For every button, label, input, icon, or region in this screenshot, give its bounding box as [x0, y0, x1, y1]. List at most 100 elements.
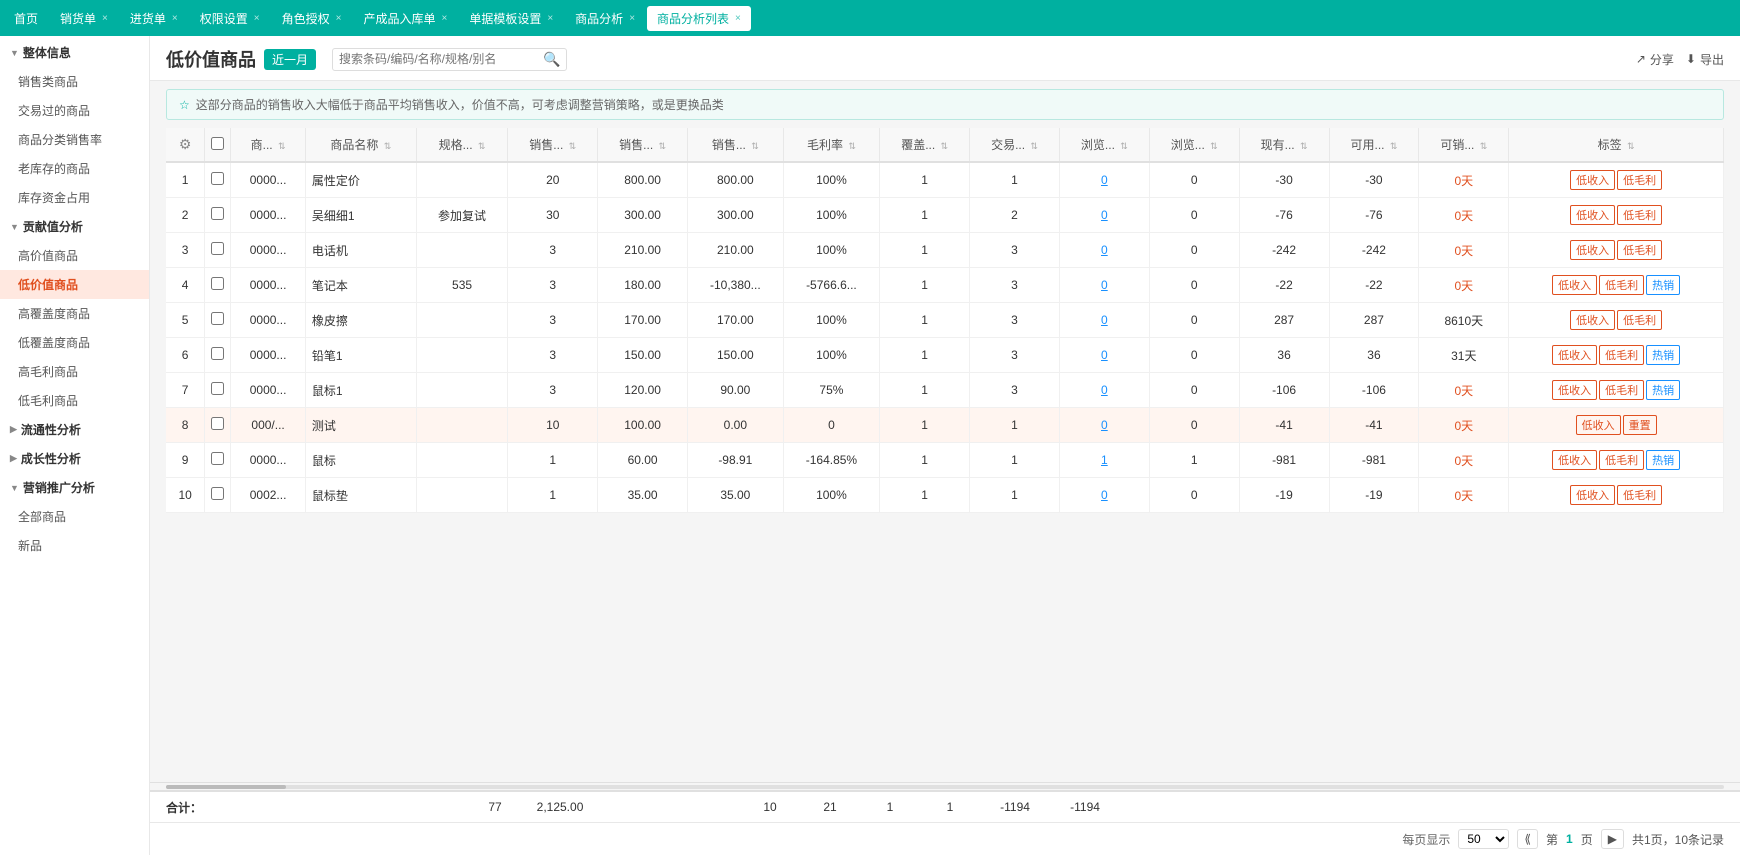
sidebar-section-overall[interactable]: ▼ 整体信息: [0, 36, 149, 67]
view1-link[interactable]: 0: [1101, 173, 1108, 187]
row-checkbox[interactable]: [211, 242, 224, 255]
view1-link[interactable]: 0: [1101, 313, 1108, 327]
col-current-stock[interactable]: 现有... ⇅: [1239, 128, 1329, 162]
row-checkbox[interactable]: [211, 487, 224, 500]
sidebar-item-old-stock[interactable]: 老库存的商品: [0, 154, 149, 183]
row-checkbox[interactable]: [211, 382, 224, 395]
scroll-thumb[interactable]: [166, 785, 286, 789]
sidebar-item-capital[interactable]: 库存资金占用: [0, 183, 149, 212]
col-sale-avg[interactable]: 销售... ⇅: [688, 128, 784, 162]
row-available: -242: [1329, 233, 1419, 268]
view1-link[interactable]: 0: [1101, 418, 1108, 432]
col-sale-qty[interactable]: 销售... ⇅: [508, 128, 598, 162]
page-size-select[interactable]: 50 100 200: [1458, 829, 1509, 849]
period-button[interactable]: 近一月: [264, 49, 316, 70]
row-checkbox[interactable]: [211, 347, 224, 360]
row-checkbox[interactable]: [211, 277, 224, 290]
close-icon[interactable]: ×: [254, 13, 260, 24]
nav-template[interactable]: 单据模板设置 ×: [459, 6, 563, 31]
row-checkbox[interactable]: [211, 452, 224, 465]
share-button[interactable]: ↗ 分享: [1636, 51, 1674, 68]
col-gross-margin[interactable]: 毛利率 ⇅: [783, 128, 880, 162]
sidebar-section-liquidity[interactable]: ▶ 流通性分析: [0, 415, 149, 444]
sidebar-item-new-products[interactable]: 新品: [0, 531, 149, 560]
col-gear[interactable]: ⚙: [166, 128, 205, 162]
col-view2[interactable]: 浏览... ⇅: [1149, 128, 1239, 162]
nav-analysis-list[interactable]: 商品分析列表 ×: [647, 6, 751, 31]
nav-product-analysis[interactable]: 商品分析 ×: [565, 6, 645, 31]
row-num: 10: [166, 478, 205, 513]
scroll-track[interactable]: [166, 785, 1724, 789]
product-tag: 低收入: [1552, 450, 1597, 470]
nav-roles[interactable]: 角色授权 ×: [272, 6, 352, 31]
row-sale-qty: 3: [508, 373, 598, 408]
view1-link[interactable]: 0: [1101, 488, 1108, 502]
next-page-btn[interactable]: ▶: [1601, 829, 1624, 849]
row-code: 000/...: [231, 408, 306, 443]
close-icon[interactable]: ×: [441, 13, 447, 24]
col-tag[interactable]: 标签 ⇅: [1509, 128, 1724, 162]
close-icon[interactable]: ×: [336, 13, 342, 24]
close-icon[interactable]: ×: [102, 13, 108, 24]
row-sale-amount: 120.00: [598, 373, 688, 408]
sidebar-item-high-value[interactable]: 高价值商品: [0, 241, 149, 270]
sidebar-item-high-margin[interactable]: 高毛利商品: [0, 357, 149, 386]
view1-link[interactable]: 0: [1101, 383, 1108, 397]
col-sale-amount[interactable]: 销售... ⇅: [598, 128, 688, 162]
sidebar-item-low-coverage[interactable]: 低覆盖度商品: [0, 328, 149, 357]
export-button[interactable]: ⬇ 导出: [1686, 51, 1724, 68]
col-view1[interactable]: 浏览... ⇅: [1059, 128, 1149, 162]
close-icon[interactable]: ×: [172, 13, 178, 24]
col-spec[interactable]: 规格... ⇅: [416, 128, 508, 162]
sidebar-item-high-coverage[interactable]: 高覆盖度商品: [0, 299, 149, 328]
col-trade[interactable]: 交易... ⇅: [970, 128, 1060, 162]
view1-link[interactable]: 0: [1101, 208, 1108, 222]
col-code[interactable]: 商... ⇅: [231, 128, 306, 162]
view1-link[interactable]: 0: [1101, 348, 1108, 362]
table-container[interactable]: ⚙ 商... ⇅ 商品名称 ⇅ 规格... ⇅ 销售... ⇅ 销售... ⇅ …: [166, 128, 1724, 782]
gear-icon[interactable]: ⚙: [179, 136, 192, 152]
col-saleable[interactable]: 可销... ⇅: [1419, 128, 1509, 162]
sidebar-item-traded[interactable]: 交易过的商品: [0, 96, 149, 125]
row-view2: 0: [1149, 162, 1239, 198]
row-checkbox[interactable]: [211, 417, 224, 430]
horizontal-scrollbar[interactable]: [150, 782, 1740, 790]
close-icon[interactable]: ×: [629, 13, 635, 24]
nav-permissions[interactable]: 权限设置 ×: [190, 6, 270, 31]
product-tag: 热销: [1646, 345, 1680, 365]
row-saleable: 0天: [1419, 233, 1509, 268]
select-all-checkbox[interactable]: [211, 137, 224, 150]
close-icon[interactable]: ×: [735, 13, 741, 24]
search-input[interactable]: [339, 52, 539, 66]
nav-sales[interactable]: 销货单 ×: [50, 6, 118, 31]
row-sale-amount: 60.00: [598, 443, 688, 478]
sidebar-section-marketing[interactable]: ▼ 营销推广分析: [0, 473, 149, 502]
row-checkbox[interactable]: [211, 312, 224, 325]
search-icon[interactable]: 🔍: [543, 51, 560, 68]
row-sale-amount: 210.00: [598, 233, 688, 268]
sidebar-item-all-products[interactable]: 全部商品: [0, 502, 149, 531]
row-checkbox[interactable]: [211, 207, 224, 220]
row-view1: 0: [1059, 338, 1149, 373]
nav-home[interactable]: 首页: [4, 6, 48, 31]
sidebar-item-sales-products[interactable]: 销售类商品: [0, 67, 149, 96]
col-available[interactable]: 可用... ⇅: [1329, 128, 1419, 162]
row-name: 测试: [305, 408, 416, 443]
view1-link[interactable]: 1: [1101, 453, 1108, 467]
first-page-btn[interactable]: ⟪: [1517, 829, 1538, 849]
row-sale-amount: 180.00: [598, 268, 688, 303]
row-checkbox[interactable]: [211, 172, 224, 185]
nav-inventory[interactable]: 产成品入库单 ×: [353, 6, 457, 31]
close-icon[interactable]: ×: [547, 13, 553, 24]
sidebar-item-category-rate[interactable]: 商品分类销售率: [0, 125, 149, 154]
row-sale-qty: 1: [508, 443, 598, 478]
col-name[interactable]: 商品名称 ⇅: [305, 128, 416, 162]
col-coverage[interactable]: 覆盖... ⇅: [880, 128, 970, 162]
view1-link[interactable]: 0: [1101, 278, 1108, 292]
sidebar-item-low-value[interactable]: 低价值商品: [0, 270, 149, 299]
sidebar-section-growth[interactable]: ▶ 成长性分析: [0, 444, 149, 473]
sidebar-item-low-margin[interactable]: 低毛利商品: [0, 386, 149, 415]
sidebar-section-contribution[interactable]: ▼ 贡献值分析: [0, 212, 149, 241]
nav-purchase[interactable]: 进货单 ×: [120, 6, 188, 31]
view1-link[interactable]: 0: [1101, 243, 1108, 257]
